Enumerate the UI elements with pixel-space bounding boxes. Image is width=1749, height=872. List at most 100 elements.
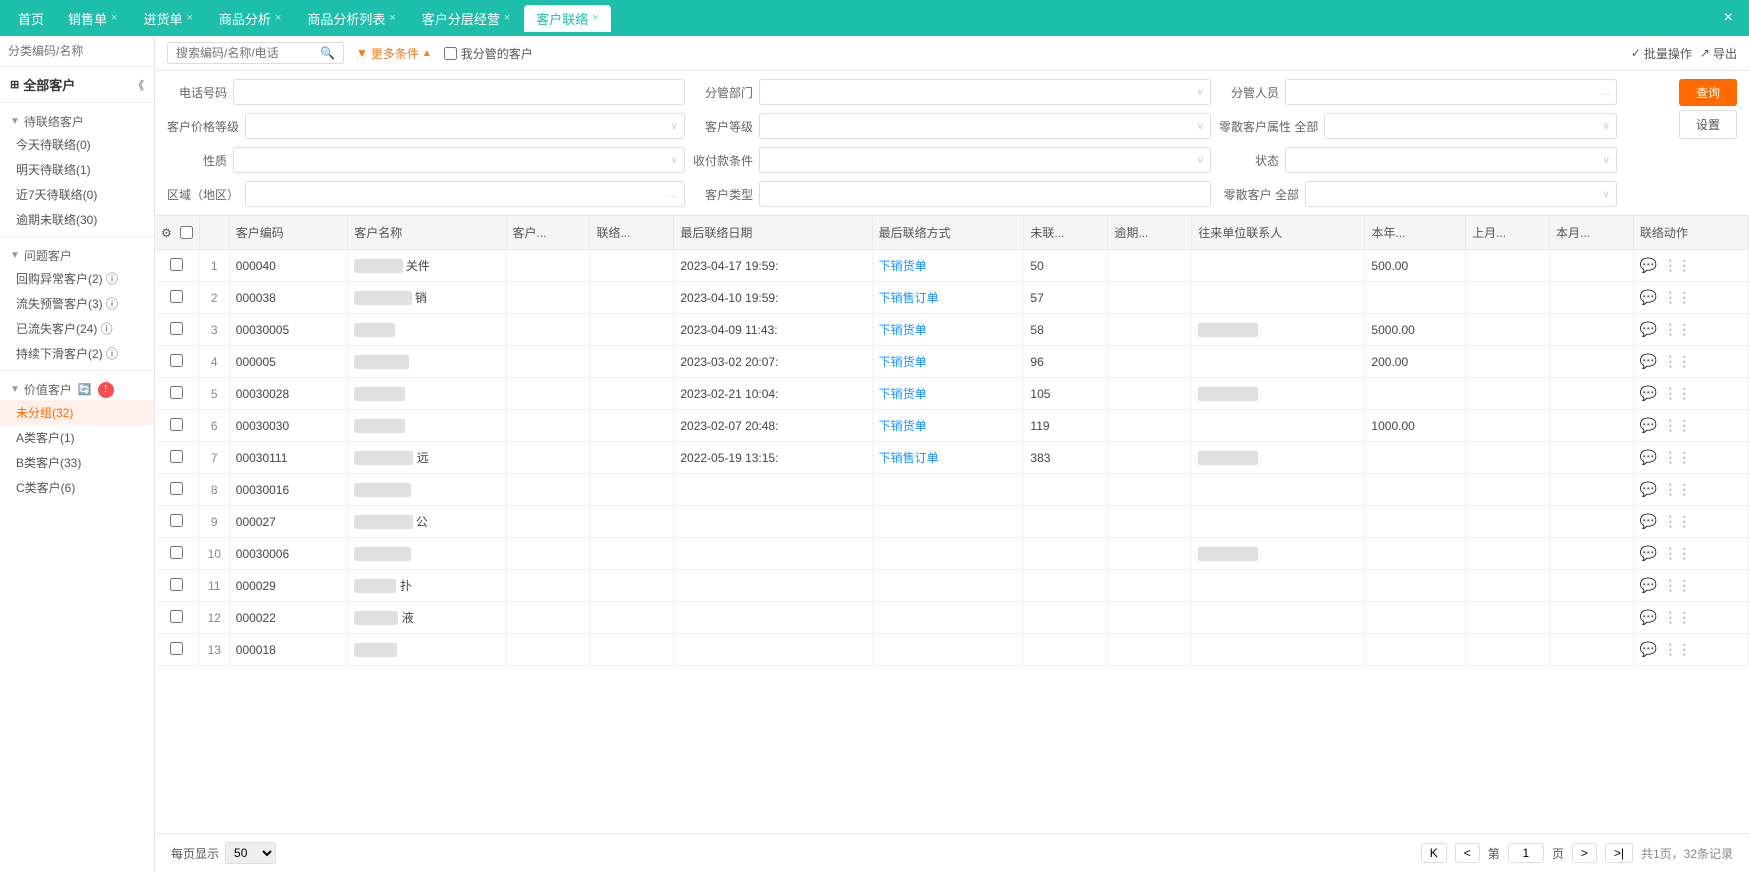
col-name[interactable]: 客户名称	[348, 216, 506, 250]
more-action-icon[interactable]: ⋮⋮	[1663, 513, 1691, 530]
sidebar-item-lost[interactable]: 已流失客户(24) ⓘ	[0, 316, 154, 341]
row-checkbox[interactable]	[170, 450, 183, 463]
more-action-icon[interactable]: ⋮⋮	[1663, 257, 1691, 274]
close-analysis-list-tab[interactable]: ×	[389, 12, 395, 24]
last-contact-link[interactable]: 下销货单	[879, 355, 927, 369]
contact-action-icon[interactable]: 💬	[1640, 353, 1657, 370]
more-action-icon[interactable]: ⋮⋮	[1663, 577, 1691, 594]
row-checkbox[interactable]	[170, 610, 183, 623]
close-sales-tab[interactable]: ×	[111, 12, 117, 24]
more-action-icon[interactable]: ⋮⋮	[1663, 353, 1691, 370]
query-button[interactable]: 查询	[1679, 79, 1737, 106]
col-last-contact-date[interactable]: 最后联络日期	[674, 216, 872, 250]
contact-action-icon[interactable]: 💬	[1640, 385, 1657, 402]
contact-action-icon[interactable]: 💬	[1640, 577, 1657, 594]
col-type[interactable]: 客户...	[506, 216, 590, 250]
col-contact[interactable]: 联络...	[590, 216, 674, 250]
filter-input-price-level[interactable]: ∨	[245, 113, 685, 139]
value-refresh-icon[interactable]: 🔄	[78, 383, 92, 396]
row-checkbox[interactable]	[170, 322, 183, 335]
contact-action-icon[interactable]: 💬	[1640, 417, 1657, 434]
row-checkbox[interactable]	[170, 258, 183, 271]
filter-input-retail-cust[interactable]: ∨	[1305, 181, 1617, 207]
row-checkbox[interactable]	[170, 290, 183, 303]
sidebar-group-value[interactable]: ▼ 价值客户 🔄 !	[0, 375, 154, 400]
nav-home[interactable]: 首页	[8, 5, 54, 32]
sidebar-item-tomorrow[interactable]: 明天待联络(1)	[0, 157, 154, 182]
close-analysis-tab[interactable]: ×	[275, 12, 281, 24]
last-contact-link[interactable]: 下销货单	[879, 259, 927, 273]
sidebar-item-b-class[interactable]: B类客户(33)	[0, 450, 154, 475]
more-action-icon[interactable]: ⋮⋮	[1663, 289, 1691, 306]
prev-page-button[interactable]: <	[1455, 843, 1480, 863]
contact-action-icon[interactable]: 💬	[1640, 641, 1657, 658]
last-page-button[interactable]: >|	[1605, 843, 1633, 863]
filter-input-cust-type[interactable]	[759, 181, 1211, 207]
col-unit-contact[interactable]: 往来单位联系人	[1192, 216, 1365, 250]
contact-action-icon[interactable]: 💬	[1640, 449, 1657, 466]
last-contact-link[interactable]: 下销货单	[879, 419, 927, 433]
select-all-checkbox[interactable]	[180, 226, 193, 239]
filter-more-conditions[interactable]: ▼ 更多条件 ▲	[356, 45, 432, 62]
contact-action-icon[interactable]: 💬	[1640, 481, 1657, 498]
last-contact-link[interactable]: 下销货单	[879, 323, 927, 337]
sidebar-item-unclassified[interactable]: 未分组(32)	[0, 400, 154, 425]
nav-tab-purchase[interactable]: 进货单 ×	[131, 5, 204, 32]
first-page-button[interactable]: K	[1421, 843, 1447, 863]
sidebar-item-abnormal[interactable]: 回购异常客户(2) ⓘ	[0, 266, 154, 291]
filter-input-cust-level[interactable]: ∨	[759, 113, 1211, 139]
contact-action-icon[interactable]: 💬	[1640, 513, 1657, 530]
filter-input-nature[interactable]: ∨	[233, 147, 685, 173]
sidebar-all-customers[interactable]: ⊞ 全部客户 《	[0, 67, 154, 98]
filter-search-icon[interactable]: 🔍	[320, 46, 335, 60]
filter-input-payment[interactable]: ∨	[759, 147, 1211, 173]
col-overdue[interactable]: 逾期...	[1108, 216, 1192, 250]
more-action-icon[interactable]: ⋮⋮	[1663, 641, 1691, 658]
sidebar-group-pending[interactable]: ▼ 待联络客户	[0, 107, 154, 132]
last-contact-link[interactable]: 下销货单	[879, 387, 927, 401]
last-contact-link[interactable]: 下销售订单	[879, 451, 939, 465]
batch-operation-button[interactable]: ✓ 批量操作	[1631, 45, 1692, 62]
close-purchase-tab[interactable]: ×	[186, 12, 192, 24]
nav-tab-customer-contact[interactable]: 客户联络 ×	[524, 5, 610, 32]
row-checkbox[interactable]	[170, 354, 183, 367]
filter-input-status[interactable]: ∨	[1285, 147, 1617, 173]
settings-icon[interactable]: ⚙	[161, 226, 172, 240]
nav-tab-customer-segment[interactable]: 客户分层经营 ×	[410, 5, 522, 32]
page-number-input[interactable]	[1508, 843, 1544, 863]
reset-button[interactable]: 设置	[1679, 110, 1737, 139]
col-no-contact[interactable]: 未联...	[1024, 216, 1108, 250]
sidebar-item-c-class[interactable]: C类客户(6)	[0, 475, 154, 500]
sidebar-group-problem[interactable]: ▼ 问题客户	[0, 241, 154, 266]
sidebar-item-churn[interactable]: 流失预警客户(3) ⓘ	[0, 291, 154, 316]
row-checkbox[interactable]	[170, 386, 183, 399]
more-action-icon[interactable]: ⋮⋮	[1663, 417, 1691, 434]
sidebar-item-overdue[interactable]: 逾期未联络(30)	[0, 207, 154, 232]
more-action-icon[interactable]: ⋮⋮	[1663, 449, 1691, 466]
more-action-icon[interactable]: ⋮⋮	[1663, 545, 1691, 562]
row-checkbox[interactable]	[170, 418, 183, 431]
col-code[interactable]: 客户编码	[229, 216, 348, 250]
col-last-contact-method[interactable]: 最后联络方式	[872, 216, 1024, 250]
sidebar-item-today[interactable]: 今天待联络(0)	[0, 132, 154, 157]
contact-action-icon[interactable]: 💬	[1640, 289, 1657, 306]
filter-input-person[interactable]: …	[1285, 79, 1617, 105]
row-checkbox[interactable]	[170, 482, 183, 495]
filter-input-phone[interactable]	[233, 79, 685, 105]
col-this-month[interactable]: 本月...	[1550, 216, 1634, 250]
more-action-icon[interactable]: ⋮⋮	[1663, 609, 1691, 626]
export-button[interactable]: ↗ 导出	[1700, 45, 1737, 62]
more-action-icon[interactable]: ⋮⋮	[1663, 481, 1691, 498]
row-checkbox[interactable]	[170, 514, 183, 527]
col-this-year[interactable]: 本年...	[1365, 216, 1466, 250]
last-contact-link[interactable]: 下销售订单	[879, 291, 939, 305]
row-checkbox[interactable]	[170, 578, 183, 591]
contact-action-icon[interactable]: 💬	[1640, 257, 1657, 274]
filter-search-input[interactable]	[176, 46, 316, 60]
contact-action-icon[interactable]: 💬	[1640, 545, 1657, 562]
filter-input-retail-attr[interactable]: ∨	[1324, 113, 1617, 139]
contact-action-icon[interactable]: 💬	[1640, 609, 1657, 626]
more-action-icon[interactable]: ⋮⋮	[1663, 321, 1691, 338]
close-customer-contact-tab[interactable]: ×	[592, 12, 598, 24]
sidebar-search-input[interactable]	[8, 44, 155, 58]
